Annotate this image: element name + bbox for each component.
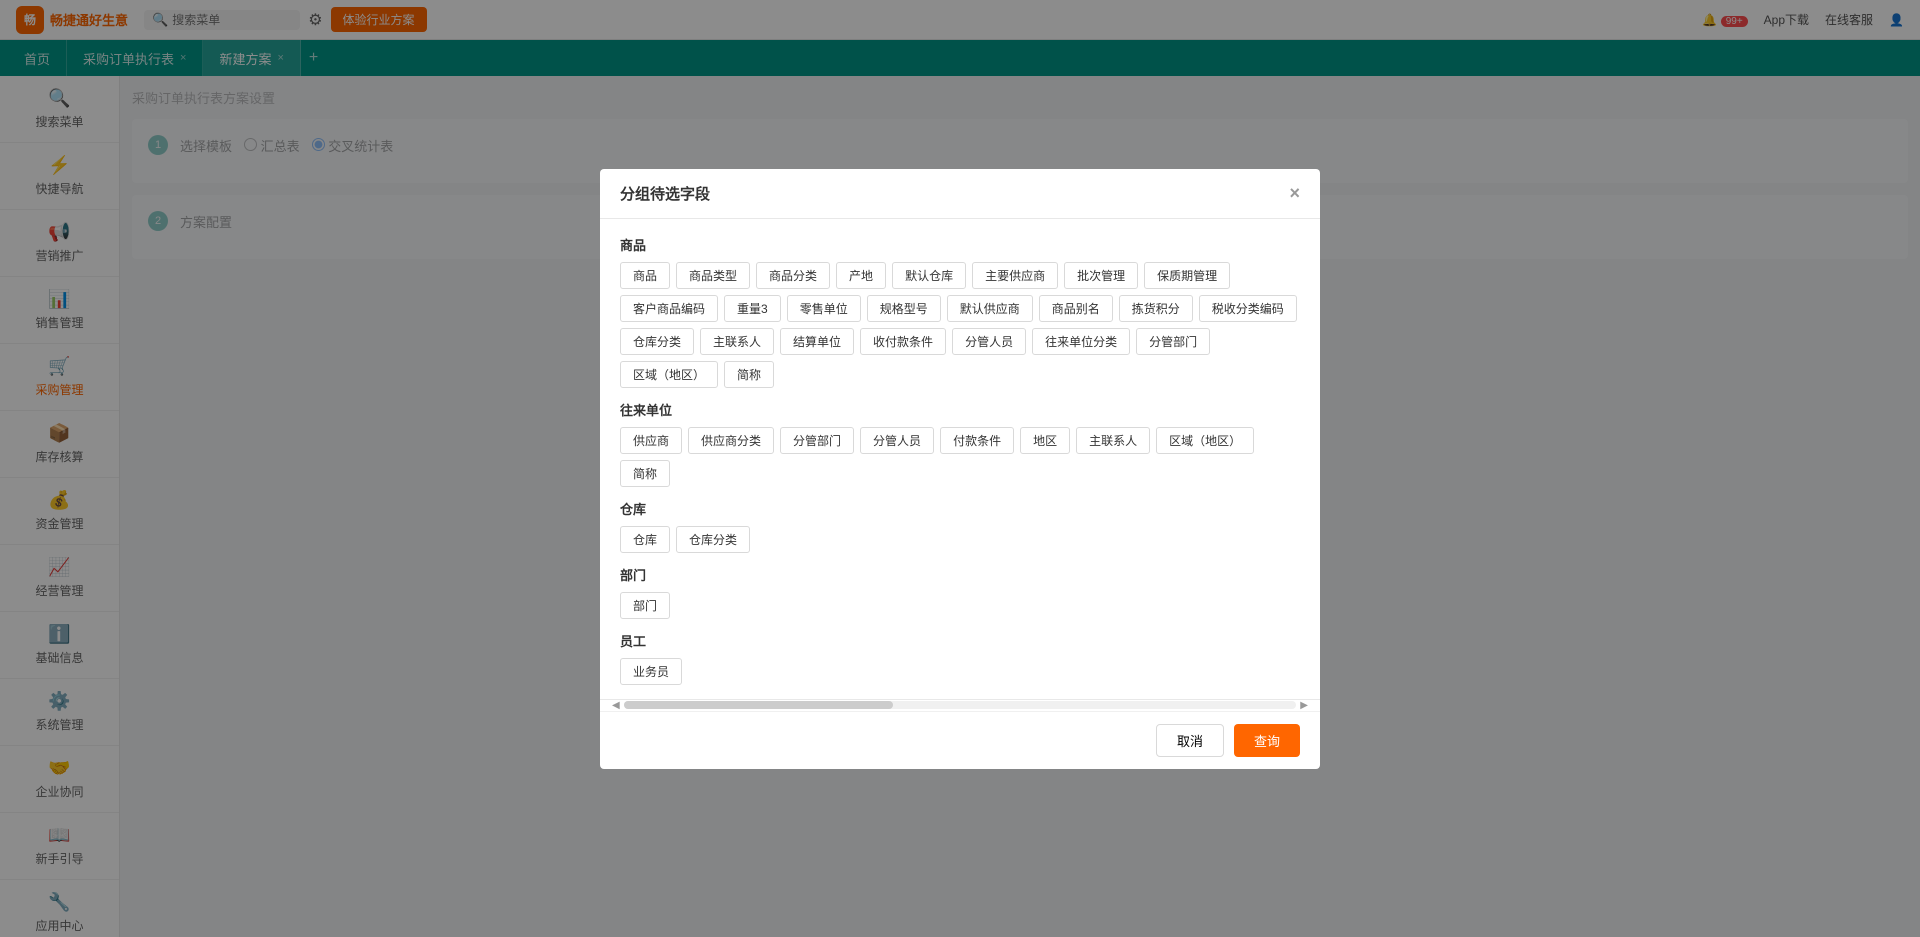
field-supplier[interactable]: 供应商 [620,427,682,454]
field-partner-area[interactable]: 区域（地区） [1156,427,1254,454]
section-title-warehouse: 仓库 [620,499,1300,518]
modal-title: 分组待选字段 [620,183,710,204]
layout: 🔍 搜索菜单 ⚡ 快捷导航 📢 营销推广 📊 销售管理 🛒 采购管理 📦 库存核… [0,76,1920,937]
field-payment-terms[interactable]: 收付款条件 [860,328,946,355]
field-partner-supervisor[interactable]: 分管人员 [860,427,934,454]
dept-fields: 部门 [620,592,1300,619]
field-default-supplier[interactable]: 默认供应商 [947,295,1033,322]
warehouse-fields: 仓库 仓库分类 [620,526,1300,553]
field-main-supplier[interactable]: 主要供应商 [972,262,1058,289]
field-retail-unit[interactable]: 零售单位 [787,295,861,322]
hscroll-left-arrow[interactable]: ◀ [608,700,624,711]
modal-header: 分组待选字段 × [600,169,1320,219]
field-dept[interactable]: 分管部门 [1136,328,1210,355]
field-expiry-mgmt[interactable]: 保质期管理 [1144,262,1230,289]
partner-fields: 供应商 供应商分类 分管部门 分管人员 付款条件 地区 主联系人 区域（地区） … [620,427,1300,487]
field-spec-model[interactable]: 规格型号 [867,295,941,322]
field-warehouse-type[interactable]: 仓库分类 [676,526,750,553]
section-title-partner: 往来单位 [620,400,1300,419]
goods-fields: 商品 商品类型 商品分类 产地 默认仓库 主要供应商 批次管理 保质期管理 客户… [620,262,1300,388]
hscroll-thumb [624,701,893,709]
hscroll-bar[interactable] [624,701,1297,709]
field-supervisor[interactable]: 分管人员 [952,328,1026,355]
field-weight3[interactable]: 重量3 [724,295,781,322]
field-partner-dept[interactable]: 分管部门 [780,427,854,454]
modal-hscroll[interactable]: ◀ ▶ [600,699,1320,711]
field-default-warehouse[interactable]: 默认仓库 [892,262,966,289]
field-goods-alias[interactable]: 商品别名 [1039,295,1113,322]
modal-overlay: 分组待选字段 × 商品 商品 商品类型 商品分类 产地 默认仓库 主要供应商 批… [120,76,1920,937]
field-customer-goods-code[interactable]: 客户商品编码 [620,295,718,322]
field-goods-category[interactable]: 商品分类 [756,262,830,289]
field-department[interactable]: 部门 [620,592,670,619]
field-partner-region[interactable]: 地区 [1020,427,1070,454]
modal-close-btn[interactable]: × [1289,183,1300,204]
field-abbr[interactable]: 简称 [724,361,774,388]
field-salesman[interactable]: 业务员 [620,658,682,685]
section-title-employee: 员工 [620,631,1300,650]
modal-body[interactable]: 商品 商品 商品类型 商品分类 产地 默认仓库 主要供应商 批次管理 保质期管理… [600,219,1320,699]
field-batch-mgmt[interactable]: 批次管理 [1064,262,1138,289]
field-goods[interactable]: 商品 [620,262,670,289]
field-settlement-unit[interactable]: 结算单位 [780,328,854,355]
main-content: 采购订单执行表方案设置 1 选择模板 汇总表 交叉统计表 2 方案配置 [120,76,1920,937]
cancel-button[interactable]: 取消 [1156,724,1224,757]
field-partner-abbr[interactable]: 简称 [620,460,670,487]
field-region[interactable]: 区域（地区） [620,361,718,388]
section-title-dept: 部门 [620,565,1300,584]
modal-footer: 取消 查询 [600,711,1320,769]
field-warehouse-category[interactable]: 仓库分类 [620,328,694,355]
modal: 分组待选字段 × 商品 商品 商品类型 商品分类 产地 默认仓库 主要供应商 批… [600,169,1320,769]
field-origin[interactable]: 产地 [836,262,886,289]
confirm-button[interactable]: 查询 [1234,724,1300,757]
field-supplier-category[interactable]: 供应商分类 [688,427,774,454]
field-goods-type[interactable]: 商品类型 [676,262,750,289]
field-tax-code[interactable]: 税收分类编码 [1199,295,1297,322]
field-partner-payment[interactable]: 付款条件 [940,427,1014,454]
field-main-contact[interactable]: 主联系人 [700,328,774,355]
field-partner-contact[interactable]: 主联系人 [1076,427,1150,454]
hscroll-right-arrow[interactable]: ▶ [1296,700,1312,711]
field-warehouse[interactable]: 仓库 [620,526,670,553]
employee-fields: 业务员 [620,658,1300,685]
field-pick-points[interactable]: 拣货积分 [1119,295,1193,322]
field-partner-category[interactable]: 往来单位分类 [1032,328,1130,355]
section-title-goods: 商品 [620,235,1300,254]
